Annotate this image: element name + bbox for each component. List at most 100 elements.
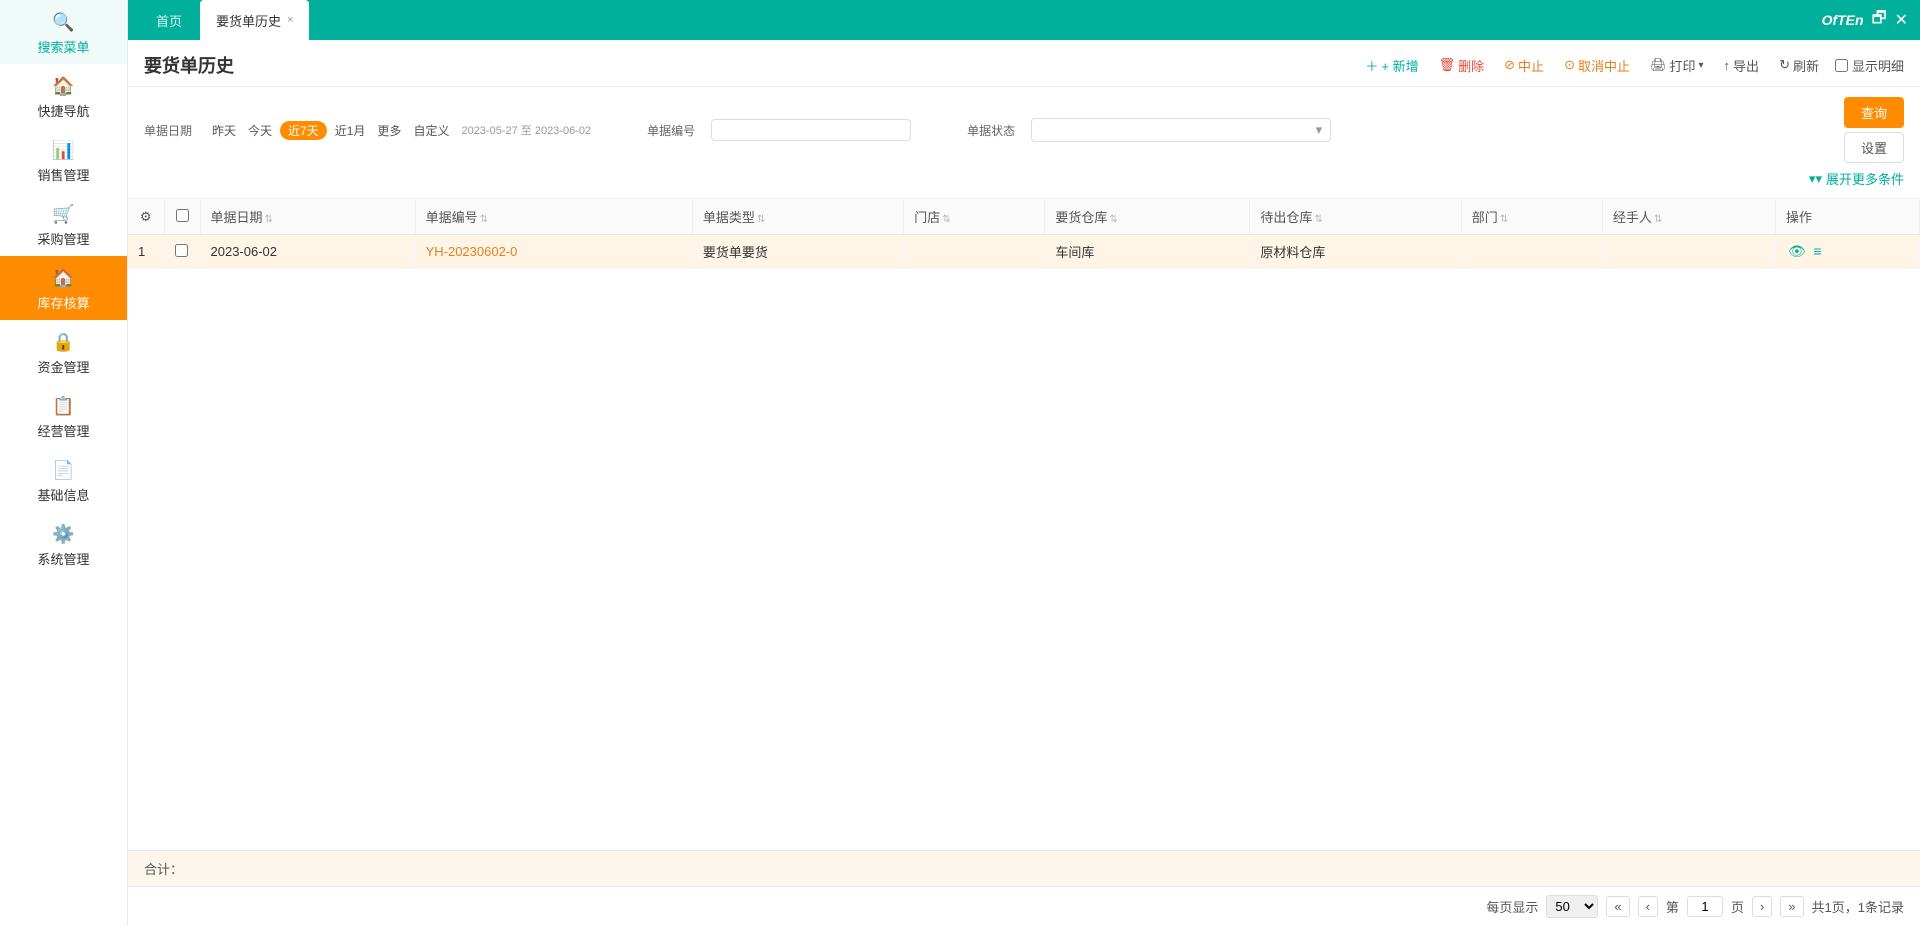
display-detail-checkbox[interactable]: 显示明细	[1835, 56, 1904, 75]
home-icon: 🏠	[52, 76, 74, 97]
more-op-icon[interactable]: ≡	[1813, 243, 1821, 259]
status-label: 单据状态	[967, 122, 1015, 139]
doc-number-input[interactable]	[711, 119, 911, 141]
td-dept	[1461, 235, 1602, 269]
sales-icon: 📊	[52, 140, 74, 161]
th-req-warehouse: 要货仓库⇅	[1045, 199, 1250, 235]
last-page-btn[interactable]: »	[1780, 896, 1803, 917]
close-tab-icon[interactable]: ×	[287, 14, 293, 26]
system-icon: ⚙️	[52, 524, 74, 545]
main-area: 首页 要货单历史 × OfTEn 🗗 ✕ 要货单历史 ＋ + 新增 🗑 删除	[128, 0, 1920, 926]
td-req-warehouse: 车间库	[1045, 235, 1250, 269]
sidebar-item-operations[interactable]: 📋 经营管理	[0, 384, 127, 448]
page-header: 要货单历史 ＋ + 新增 🗑 删除 ⊘ 中止 ⊙ 取消中止	[128, 40, 1920, 87]
sort-type-icon[interactable]: ⇅	[757, 214, 765, 225]
sidebar-item-quick-nav[interactable]: 🏠 快捷导航	[0, 64, 127, 128]
date-range-display: 2023-05-27 至 2023-06-02	[461, 122, 591, 138]
th-store: 门店⇅	[904, 199, 1045, 235]
per-page-select[interactable]: 50 10 20 100	[1546, 895, 1598, 918]
sort-store-icon[interactable]: ⇅	[942, 214, 950, 225]
td-checkbox[interactable]	[164, 235, 200, 269]
table-header-row: ⚙ 单据日期⇅ 单据编号⇅ 单据类型⇅ 门店⇅ 要货仓库⇅ 待出仓库⇅ 部门⇅ …	[128, 199, 1920, 235]
brand-label: OfTEn	[1822, 12, 1864, 28]
date-btn-1month[interactable]: 近1月	[331, 121, 370, 140]
sidebar-item-purchase[interactable]: 🛒 采购管理	[0, 192, 127, 256]
page-input[interactable]	[1687, 896, 1723, 917]
sidebar-item-finance[interactable]: 🔒 资金管理	[0, 320, 127, 384]
td-number: YH-20230602-0	[415, 235, 692, 269]
stop-icon: ⊘	[1504, 57, 1515, 73]
next-page-btn[interactable]: ›	[1752, 896, 1772, 917]
date-btn-more[interactable]: 更多	[373, 121, 405, 140]
search-menu-icon: 🔍	[52, 12, 74, 33]
sort-req-wh-icon[interactable]: ⇅	[1109, 214, 1117, 225]
basic-info-icon: 📄	[52, 460, 74, 481]
pagination: 每页显示 50 10 20 100 « ‹ 第 页 › » 共1页，1条记录	[128, 886, 1920, 926]
th-type: 单据类型⇅	[692, 199, 903, 235]
expand-icon: ▾▾	[1809, 171, 1822, 187]
sidebar-item-system[interactable]: ⚙️ 系统管理	[0, 512, 127, 576]
table-area: ⚙ 单据日期⇅ 单据编号⇅ 单据类型⇅ 门店⇅ 要货仓库⇅ 待出仓库⇅ 部门⇅ …	[128, 199, 1920, 850]
print-button[interactable]: 🖨 打印 ▾	[1646, 54, 1708, 77]
expand-filter-button[interactable]: ▾▾ 展开更多条件	[1809, 169, 1904, 188]
export-icon: ↑	[1724, 58, 1731, 73]
th-settings[interactable]: ⚙	[128, 199, 164, 235]
status-dropdown-icon: ▾	[1316, 122, 1323, 138]
page-label: 第	[1666, 897, 1679, 916]
query-button[interactable]: 查询	[1844, 97, 1904, 128]
table-footer: 合计：	[128, 850, 1920, 886]
doc-number-link[interactable]: YH-20230602-0	[426, 244, 518, 259]
inventory-icon: 🏠	[52, 268, 74, 289]
date-btn-today[interactable]: 今天	[244, 121, 276, 140]
th-operation: 操作	[1775, 199, 1919, 235]
first-page-btn[interactable]: «	[1606, 896, 1629, 917]
close-window-btn[interactable]: ✕	[1895, 10, 1908, 30]
date-btn-7days[interactable]: 近7天	[280, 121, 327, 140]
tab-requisition-history[interactable]: 要货单历史 ×	[200, 0, 309, 40]
date-btn-yesterday[interactable]: 昨天	[208, 121, 240, 140]
sort-number-icon[interactable]: ⇅	[480, 214, 488, 225]
sidebar-item-inventory[interactable]: 🏠 库存核算	[0, 256, 127, 320]
cancel-stop-button[interactable]: ⊙ 取消中止	[1560, 54, 1634, 77]
page-suffix: 页	[1731, 897, 1744, 916]
filter-row-1: 单据日期 昨天 今天 近7天 近1月 更多 自定义 2023-05-27 至 2…	[144, 97, 1904, 163]
doc-number-label: 单据编号	[647, 122, 695, 139]
td-store	[904, 235, 1045, 269]
th-checkbox[interactable]	[164, 199, 200, 235]
th-date: 单据日期⇅	[200, 199, 415, 235]
display-detail-input[interactable]	[1835, 59, 1848, 72]
print-dropdown-icon: ▾	[1699, 60, 1704, 71]
toolbar: ＋ + 新增 🗑 删除 ⊘ 中止 ⊙ 取消中止 🖨 打印	[1361, 54, 1904, 77]
date-btn-custom[interactable]: 自定义	[409, 121, 453, 140]
sort-handler-icon[interactable]: ⇅	[1654, 214, 1662, 225]
view-op-icon[interactable]: 👁	[1788, 243, 1806, 259]
refresh-button[interactable]: ↻ 刷新	[1775, 54, 1823, 77]
settings-button[interactable]: 设置	[1844, 132, 1904, 163]
sort-dept-icon[interactable]: ⇅	[1500, 214, 1508, 225]
new-button[interactable]: ＋ + 新增	[1361, 54, 1422, 77]
sort-pending-wh-icon[interactable]: ⇅	[1314, 214, 1322, 225]
date-buttons: 昨天 今天 近7天 近1月 更多 自定义 2023-05-27 至 2023-0…	[208, 121, 591, 140]
row-checkbox[interactable]	[175, 244, 188, 257]
filter-actions: 查询 设置	[1844, 97, 1904, 163]
page-title: 要货单历史	[144, 52, 234, 78]
sort-date-icon[interactable]: ⇅	[265, 214, 273, 225]
sidebar-item-basic-info[interactable]: 📄 基础信息	[0, 448, 127, 512]
export-button[interactable]: ↑ 导出	[1720, 54, 1764, 77]
td-pending-warehouse: 原材料仓库	[1250, 235, 1461, 269]
topbar: 首页 要货单历史 × OfTEn 🗗 ✕	[128, 0, 1920, 40]
stop-button[interactable]: ⊘ 中止	[1500, 54, 1548, 77]
prev-page-btn[interactable]: ‹	[1638, 896, 1658, 917]
select-all-checkbox[interactable]	[176, 209, 189, 222]
sidebar-item-sales[interactable]: 📊 销售管理	[0, 128, 127, 192]
restore-window-btn[interactable]: 🗗	[1872, 7, 1887, 34]
delete-button[interactable]: 🗑 删除	[1435, 54, 1489, 77]
tab-home[interactable]: 首页	[140, 0, 198, 40]
new-icon: ＋	[1365, 56, 1378, 75]
status-select-wrapper[interactable]: ▾	[1031, 118, 1331, 142]
date-filter-label: 单据日期	[144, 122, 192, 139]
operations-icon: 📋	[52, 396, 74, 417]
th-handler: 经手人⇅	[1602, 199, 1775, 235]
purchase-icon: 🛒	[52, 204, 74, 225]
sidebar-item-search[interactable]: 🔍 搜索菜单	[0, 0, 127, 64]
